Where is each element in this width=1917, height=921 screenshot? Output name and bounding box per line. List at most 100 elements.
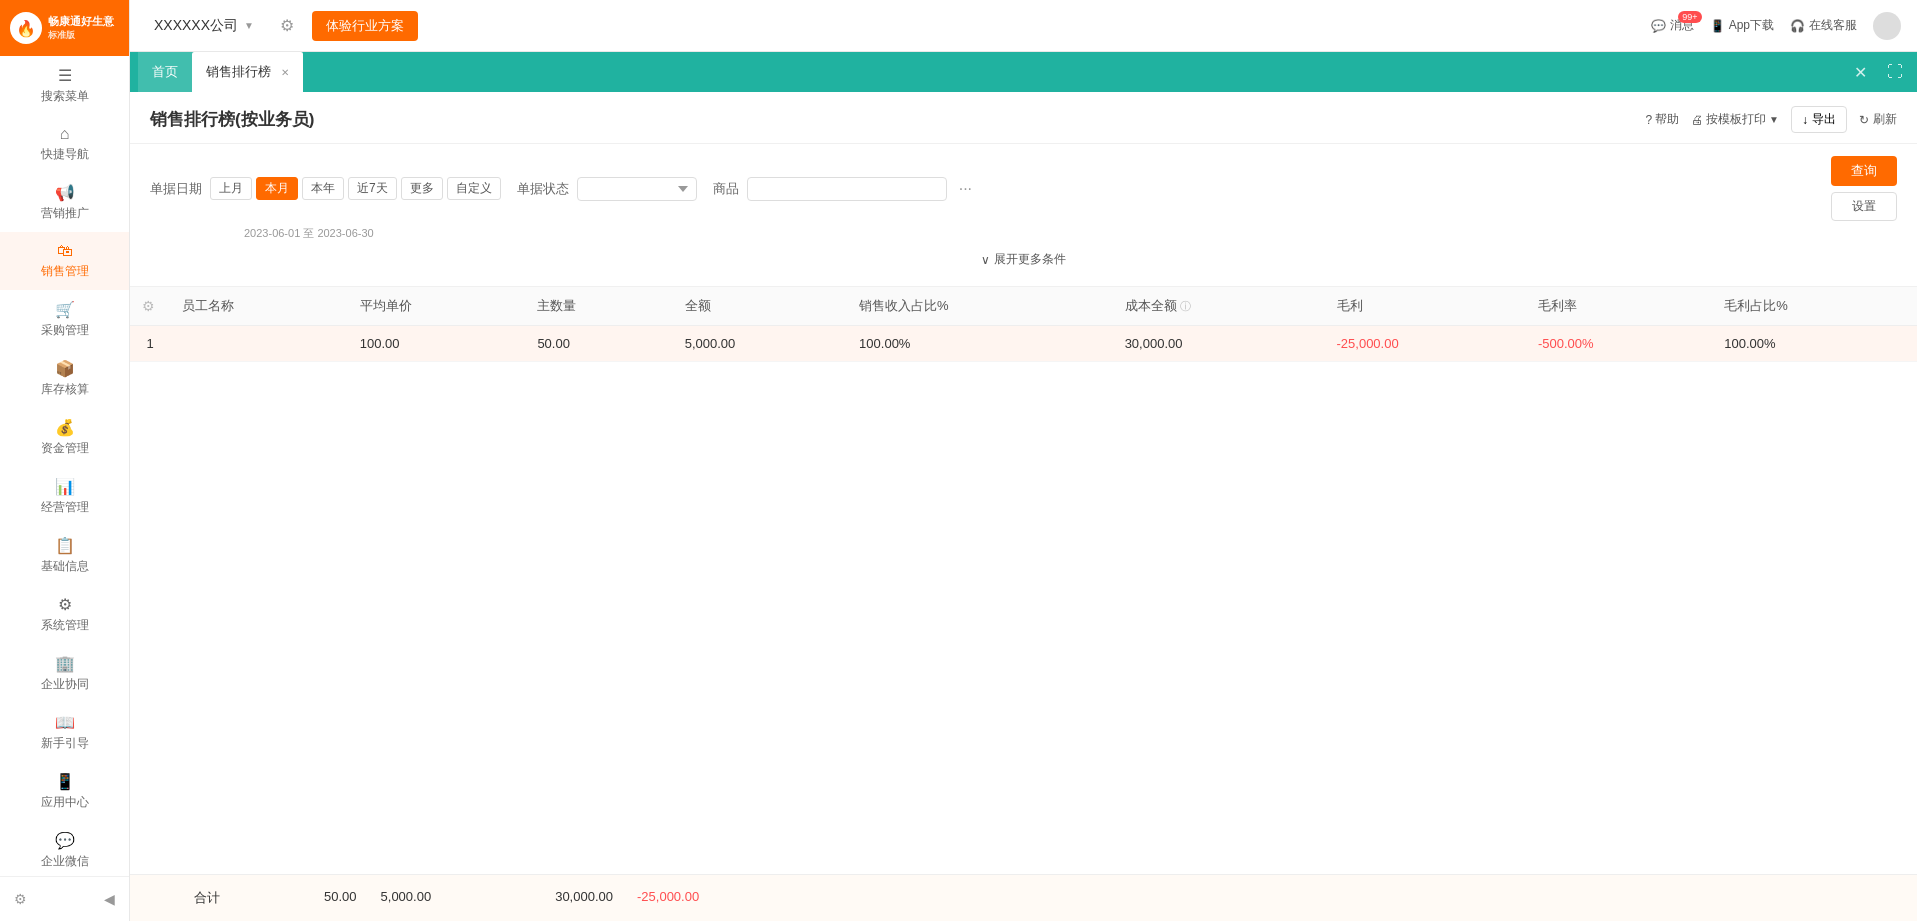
th-main-qty: 主数量 — [525, 287, 672, 326]
tab-close-icon[interactable]: ✕ — [281, 67, 289, 78]
sidebar-item-inventory[interactable]: 📦 库存核算 — [0, 349, 129, 408]
sidebar-item-operation[interactable]: 📊 经营管理 — [0, 467, 129, 526]
sidebar-item-guide[interactable]: 📖 新手引导 — [0, 703, 129, 762]
filter-area: 单据日期 上月 本月 本年 近7天 更多 自定义 单据状态 — [130, 144, 1917, 287]
tab-sales-ranking[interactable]: 销售排行榜 ✕ — [192, 52, 303, 92]
marketing-icon: 📢 — [55, 183, 75, 202]
sidebar-item-search[interactable]: ☰ 搜索菜单 — [0, 56, 129, 115]
table-row: 1 100.00 50.00 5,000.00 100.00% 30,000.0… — [130, 326, 1917, 362]
custom-date-btn[interactable]: 自定义 — [447, 177, 501, 200]
sidebar-settings-btn[interactable]: ⚙ — [10, 887, 31, 911]
status-select[interactable] — [577, 177, 697, 201]
sidebar: 🔥 畅康通好生意 标准版 ☰ 搜索菜单 ⌂ 快捷导航 📢 营销推广 🛍 销售管理… — [0, 0, 130, 921]
sidebar-item-marketing[interactable]: 📢 营销推广 — [0, 173, 129, 232]
sidebar-item-quick-nav-label: 快捷导航 — [41, 146, 89, 163]
logo-icon: 🔥 — [10, 12, 42, 44]
tab-close-window-icon[interactable]: ✕ — [1848, 61, 1873, 84]
page-container: 销售排行榜(按业务员) ? 帮助 🖨 按模板打印 ▼ ↓ 导出 — [130, 92, 1917, 921]
sidebar-item-finance[interactable]: 💰 资金管理 — [0, 408, 129, 467]
date-buttons: 上月 本月 本年 近7天 更多 自定义 — [210, 177, 501, 200]
td-main-qty: 50.00 — [525, 326, 672, 362]
sidebar-item-purchase-label: 采购管理 — [41, 322, 89, 339]
sidebar-item-app-center[interactable]: 📱 应用中心 — [0, 762, 129, 821]
th-gross-pct: 毛利占比% — [1712, 287, 1917, 326]
company-selector[interactable]: XXXXXX公司 ▼ — [146, 13, 262, 39]
tab-sales-ranking-label: 销售排行榜 — [206, 63, 271, 81]
sidebar-collapse-btn[interactable]: ◀ — [100, 887, 119, 911]
export-btn[interactable]: ↓ 导出 — [1791, 106, 1847, 133]
chevron-down-expand-icon: ∨ — [981, 253, 990, 267]
tab-home[interactable]: 首页 — [138, 52, 192, 92]
current-month-btn[interactable]: 本月 — [256, 177, 298, 200]
sidebar-item-purchase[interactable]: 🛒 采购管理 — [0, 290, 129, 349]
footer-settings-placeholder — [142, 885, 182, 911]
template-print-btn[interactable]: 🖨 按模板打印 ▼ — [1691, 111, 1779, 128]
tabbar-actions: ✕ ⛶ — [1848, 61, 1909, 84]
home-icon: ⌂ — [60, 125, 70, 143]
chevron-down-icon: ▼ — [244, 20, 254, 31]
th-avg-price: 平均单价 — [348, 287, 526, 326]
table-header-row: ⚙ 员工名称 平均单价 主数量 全额 销售收入占比% 成本全额 ⓘ 毛利 毛利率… — [130, 287, 1917, 326]
status-filter: 单据状态 — [517, 177, 697, 201]
inventory-icon: 📦 — [55, 359, 75, 378]
td-name — [170, 326, 348, 362]
sidebar-item-quick-nav[interactable]: ⌂ 快捷导航 — [0, 115, 129, 173]
more-filters-btn[interactable]: ··· — [955, 180, 976, 198]
tab-expand-icon[interactable]: ⛶ — [1881, 61, 1909, 84]
more-date-btn[interactable]: 更多 — [401, 177, 443, 200]
topbar-right: 💬 消息 99+ 📱 App下载 🎧 在线客服 — [1651, 12, 1901, 40]
sales-icon: 🛍 — [57, 242, 73, 260]
sidebar-item-app-center-label: 应用中心 — [41, 794, 89, 811]
footer-sales-pct-placeholder — [443, 885, 543, 911]
settings-gear-icon[interactable]: ⚙ — [272, 12, 302, 39]
current-year-btn[interactable]: 本年 — [302, 177, 344, 200]
help-btn[interactable]: ? 帮助 — [1645, 111, 1679, 128]
td-gross: -25,000.00 — [1325, 326, 1526, 362]
guide-icon: 📖 — [55, 713, 75, 732]
goods-input[interactable] — [747, 177, 947, 201]
sidebar-nav: ☰ 搜索菜单 ⌂ 快捷导航 📢 营销推广 🛍 销售管理 🛒 采购管理 📦 库存核… — [0, 56, 129, 876]
basic-info-icon: 📋 — [55, 536, 75, 555]
wechat-icon: 💬 — [55, 831, 75, 850]
column-settings-icon[interactable]: ⚙ — [142, 298, 155, 314]
goods-filter-label: 商品 — [713, 180, 739, 198]
app-download-btn[interactable]: 📱 App下载 — [1710, 17, 1774, 34]
filter-action-buttons: 查询 设置 — [1831, 156, 1897, 221]
sidebar-item-basic-info[interactable]: 📋 基础信息 — [0, 526, 129, 585]
company-name: XXXXXX公司 — [154, 17, 238, 35]
setting-btn[interactable]: 设置 — [1831, 192, 1897, 221]
app-download-icon: 📱 — [1710, 19, 1725, 33]
sidebar-item-enterprise[interactable]: 🏢 企业协同 — [0, 644, 129, 703]
message-btn[interactable]: 💬 消息 99+ — [1651, 17, 1694, 34]
query-btn[interactable]: 查询 — [1831, 156, 1897, 186]
search-menu-icon: ☰ — [58, 66, 72, 85]
filter-expand-row: ∨ 展开更多条件 — [150, 241, 1897, 274]
refresh-btn[interactable]: ↻ 刷新 — [1859, 111, 1897, 128]
sidebar-item-wechat[interactable]: 💬 企业微信 — [0, 821, 129, 876]
sidebar-item-finance-label: 资金管理 — [41, 440, 89, 457]
footer-main-qty: 50.00 — [312, 885, 369, 911]
purchase-icon: 🛒 — [55, 300, 75, 319]
sidebar-item-marketing-label: 营销推广 — [41, 205, 89, 222]
content-area: 销售排行榜(按业务员) ? 帮助 🖨 按模板打印 ▼ ↓ 导出 — [130, 92, 1917, 921]
topbar: XXXXXX公司 ▼ ⚙ 体验行业方案 💬 消息 99+ 📱 App下载 🎧 在… — [130, 0, 1917, 52]
prev-month-btn[interactable]: 上月 — [210, 177, 252, 200]
td-rank: 1 — [130, 326, 170, 362]
page-actions: ? 帮助 🖨 按模板打印 ▼ ↓ 导出 ↻ 刷新 — [1645, 106, 1897, 133]
sidebar-item-operation-label: 经营管理 — [41, 499, 89, 516]
last7days-btn[interactable]: 近7天 — [348, 177, 397, 200]
filter-row: 单据日期 上月 本月 本年 近7天 更多 自定义 单据状态 — [150, 156, 1897, 221]
online-service-btn[interactable]: 🎧 在线客服 — [1790, 17, 1857, 34]
rankings-table: ⚙ 员工名称 平均单价 主数量 全额 销售收入占比% 成本全额 ⓘ 毛利 毛利率… — [130, 287, 1917, 362]
print-icon: 🖨 — [1691, 113, 1703, 127]
logo-subtitle: 标准版 — [48, 29, 114, 42]
sidebar-item-sales[interactable]: 🛍 销售管理 — [0, 232, 129, 290]
footer-amount: 5,000.00 — [369, 885, 444, 911]
avatar[interactable] — [1873, 12, 1901, 40]
message-badge: 99+ — [1678, 11, 1701, 23]
main-area: XXXXXX公司 ▼ ⚙ 体验行业方案 💬 消息 99+ 📱 App下载 🎧 在… — [130, 0, 1917, 921]
footer-avg-price-placeholder — [232, 885, 312, 911]
sidebar-item-system[interactable]: ⚙ 系统管理 — [0, 585, 129, 644]
trial-btn[interactable]: 体验行业方案 — [312, 11, 418, 41]
expand-more-btn[interactable]: ∨ 展开更多条件 — [971, 247, 1076, 272]
